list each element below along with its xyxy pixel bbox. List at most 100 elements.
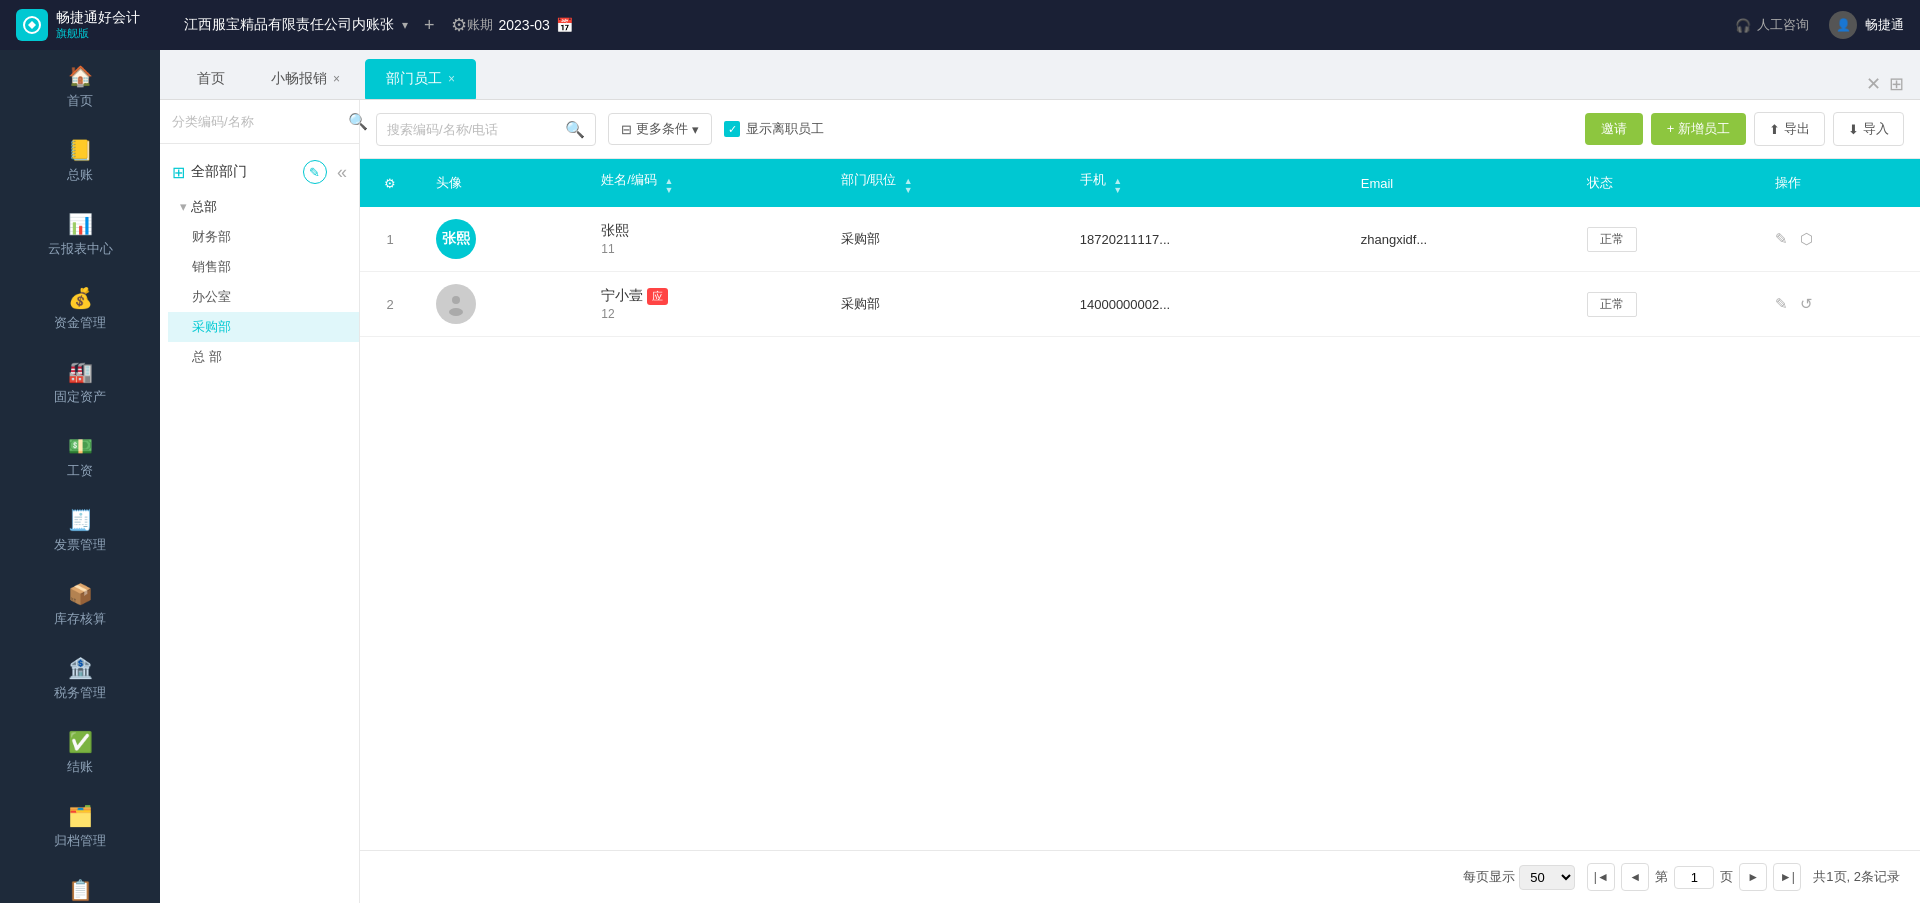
invite-button[interactable]: 邀请 (1585, 113, 1643, 145)
avatar (436, 284, 476, 324)
expand-window[interactable]: ⊞ (1889, 73, 1904, 95)
employee-search-input[interactable] (387, 122, 559, 137)
col-avatar-label: 头像 (436, 175, 462, 190)
tax-icon: 🏦 (68, 656, 93, 680)
col-phone[interactable]: 手机 ▲▼ (1064, 159, 1345, 207)
row-name-code: 宁小壹应 12 (585, 272, 824, 337)
row-name-code: 张熙 11 (585, 207, 824, 272)
tab-expense[interactable]: 小畅报销 × (250, 59, 361, 99)
dept-general-label: 总 部 (192, 349, 222, 364)
avatar: 张熙 (436, 219, 476, 259)
sidebar-item-invoice[interactable]: 🧾 发票管理 (0, 494, 160, 568)
name-sort-icon[interactable]: ▲▼ (665, 177, 674, 195)
sidebar-label-ledger: 总账 (67, 166, 93, 184)
action-icons: ✎ ↺ (1775, 295, 1904, 313)
calendar-icon[interactable]: 📅 (556, 17, 573, 33)
name-code-group: 张熙 11 (601, 222, 808, 256)
filter-button[interactable]: ⊟ 更多条件 ▾ (608, 113, 712, 145)
dept-node-purchasing[interactable]: 采购部 (168, 312, 359, 342)
sidebar-label-archive: 归档管理 (54, 832, 106, 850)
tab-department-close[interactable]: × (448, 72, 455, 86)
sidebar-item-reports[interactable]: 📊 云报表中心 (0, 198, 160, 272)
search-icon[interactable]: 🔍 (565, 120, 585, 139)
status-badge: 正常 (1587, 292, 1637, 317)
import-icon: ⬇ (1848, 122, 1859, 137)
dept-finance-label: 财务部 (192, 229, 231, 244)
archive-icon: 🗂️ (68, 804, 93, 828)
page-size-label: 每页显示 (1463, 868, 1515, 886)
import-button[interactable]: ⬇ 导入 (1833, 112, 1904, 146)
row-status: 正常 (1571, 272, 1759, 337)
col-settings[interactable]: ⚙ (360, 159, 420, 207)
dept-node-sales[interactable]: 销售部 (168, 252, 359, 282)
export-label: 导出 (1784, 120, 1810, 138)
grid-icon: ⊞ (172, 163, 185, 182)
page-size-select[interactable]: 50 10 20 100 (1519, 865, 1575, 890)
dept-all-button[interactable]: ⊞ 全部部门 ✎ « (160, 152, 359, 192)
tab-department[interactable]: 部门员工 × (365, 59, 476, 99)
add-button[interactable]: + (424, 15, 435, 36)
sidebar-item-closing[interactable]: ✅ 结账 (0, 716, 160, 790)
dept-sort-icon[interactable]: ▲▼ (904, 177, 913, 195)
row-actions: ✎ ↺ (1759, 272, 1920, 337)
close-tab-window[interactable]: ✕ (1866, 73, 1881, 95)
page-prev-button[interactable]: ◄ (1621, 863, 1649, 891)
edit-icon[interactable]: ✎ (1775, 295, 1788, 313)
refresh-icon[interactable]: ↺ (1800, 295, 1813, 313)
dept-node-general[interactable]: 总 部 (168, 342, 359, 372)
tab-home[interactable]: 首页 (176, 59, 246, 99)
sidebar-item-ledger[interactable]: 📒 总账 (0, 124, 160, 198)
dept-collapse-button[interactable]: « (337, 162, 347, 183)
dept-collapse-triangle[interactable]: ▾ (180, 199, 187, 214)
dept-node-finance[interactable]: 财务部 (168, 222, 359, 252)
toolbar-right: 邀请 + 新增员工 ⬆ 导出 ⬇ 导入 (1585, 112, 1904, 146)
sidebar-item-archive[interactable]: 🗂️ 归档管理 (0, 790, 160, 864)
export-button[interactable]: ⬆ 导出 (1754, 112, 1825, 146)
sidebar-item-expense[interactable]: 📋 小畅报销 (0, 864, 160, 903)
show-resigned-checkbox[interactable]: ✓ (724, 121, 740, 137)
employees-table-element: ⚙ 头像 姓名/编码 ▲▼ 部门/职位 ▲▼ (360, 159, 1920, 337)
dept-node-office[interactable]: 办公室 (168, 282, 359, 312)
user-name: 畅捷通 (1865, 16, 1904, 34)
settings-button[interactable]: ⚙ (451, 14, 467, 36)
show-resigned-label: 显示离职员工 (746, 120, 824, 138)
employee-name: 张熙 (601, 222, 808, 240)
sidebar-item-home[interactable]: 🏠 首页 (0, 50, 160, 124)
col-email: Email (1345, 159, 1571, 207)
col-dept[interactable]: 部门/职位 ▲▼ (825, 159, 1064, 207)
edit-icon[interactable]: ✎ (1775, 230, 1788, 248)
sidebar-item-inventory[interactable]: 📦 库存核算 (0, 568, 160, 642)
tab-expense-close[interactable]: × (333, 72, 340, 86)
row-avatar: 张熙 (420, 207, 585, 272)
user-area[interactable]: 👤 畅捷通 (1829, 11, 1904, 39)
col-avatar: 头像 (420, 159, 585, 207)
phone-sort-icon[interactable]: ▲▼ (1113, 177, 1122, 195)
row-phone: 14000000002... (1064, 272, 1345, 337)
col-email-label: Email (1361, 176, 1394, 191)
sidebar-item-payroll[interactable]: 💵 工资 (0, 420, 160, 494)
col-name[interactable]: 姓名/编码 ▲▼ (585, 159, 824, 207)
tab-bar: 首页 小畅报销 × 部门员工 × ✕ ⊞ (160, 50, 1920, 100)
sidebar-item-assets[interactable]: 🏭 固定资产 (0, 346, 160, 420)
home-icon: 🏠 (68, 64, 93, 88)
period-area: 账期 2023-03 📅 (467, 16, 573, 34)
page-input[interactable] (1674, 866, 1714, 889)
logo-icon (16, 9, 48, 41)
dept-all-label: 全部部门 (191, 163, 247, 181)
page-first-button[interactable]: |◄ (1587, 863, 1615, 891)
sidebar-item-tax[interactable]: 🏦 税务管理 (0, 642, 160, 716)
dept-search-input[interactable] (172, 114, 340, 129)
sidebar-item-funds[interactable]: 💰 资金管理 (0, 272, 160, 346)
dept-sales-label: 销售部 (192, 259, 231, 274)
company-dropdown-icon[interactable]: ▾ (402, 18, 408, 32)
logo-title: 畅捷通好会计 (56, 9, 140, 26)
inventory-icon: 📦 (68, 582, 93, 606)
sidebar-label-payroll: 工资 (67, 462, 93, 480)
logout-icon[interactable]: ⬡ (1800, 230, 1813, 248)
page-last-button[interactable]: ►| (1773, 863, 1801, 891)
add-employee-button[interactable]: + 新增员工 (1651, 113, 1746, 145)
company-selector[interactable]: 江西服宝精品有限责任公司内账张 ▾ (184, 16, 408, 34)
page-next-button[interactable]: ► (1739, 863, 1767, 891)
service-button[interactable]: 🎧 人工咨询 (1735, 16, 1809, 34)
dept-edit-button[interactable]: ✎ (303, 160, 327, 184)
